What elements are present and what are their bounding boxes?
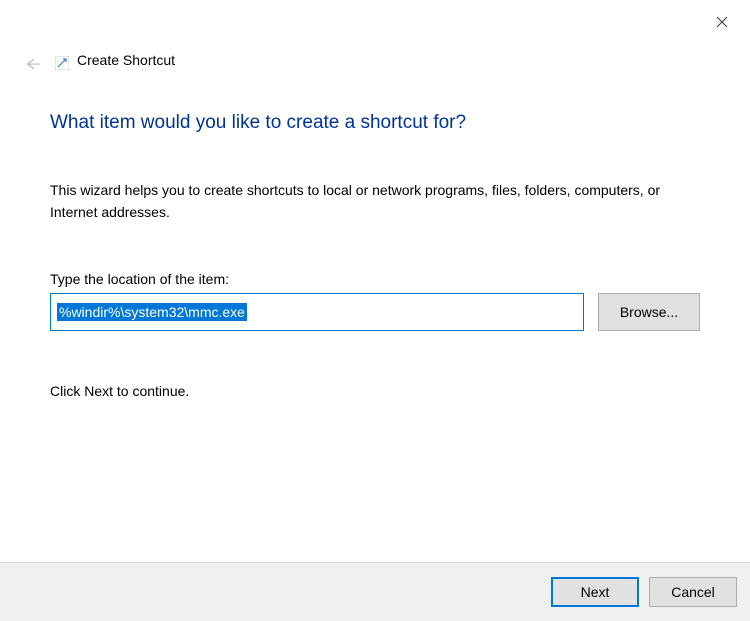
wizard-description: This wizard helps you to create shortcut… <box>50 180 700 223</box>
location-input[interactable]: %windir%\system32\mmc.exe <box>50 293 584 331</box>
close-icon <box>716 16 728 28</box>
cancel-button[interactable]: Cancel <box>649 577 737 607</box>
footer-bar: Next Cancel <box>0 562 750 621</box>
close-button[interactable] <box>712 12 732 32</box>
browse-button[interactable]: Browse... <box>598 293 700 331</box>
wizard-title: Create Shortcut <box>77 52 175 68</box>
location-input-value: %windir%\system32\mmc.exe <box>57 303 247 321</box>
back-button <box>20 52 44 76</box>
next-button[interactable]: Next <box>551 577 639 607</box>
location-input-label: Type the location of the item: <box>50 271 700 287</box>
shortcut-wizard-icon <box>55 56 69 70</box>
page-heading: What item would you like to create a sho… <box>50 112 700 134</box>
back-arrow-icon <box>23 55 41 73</box>
continue-instruction: Click Next to continue. <box>50 383 700 399</box>
